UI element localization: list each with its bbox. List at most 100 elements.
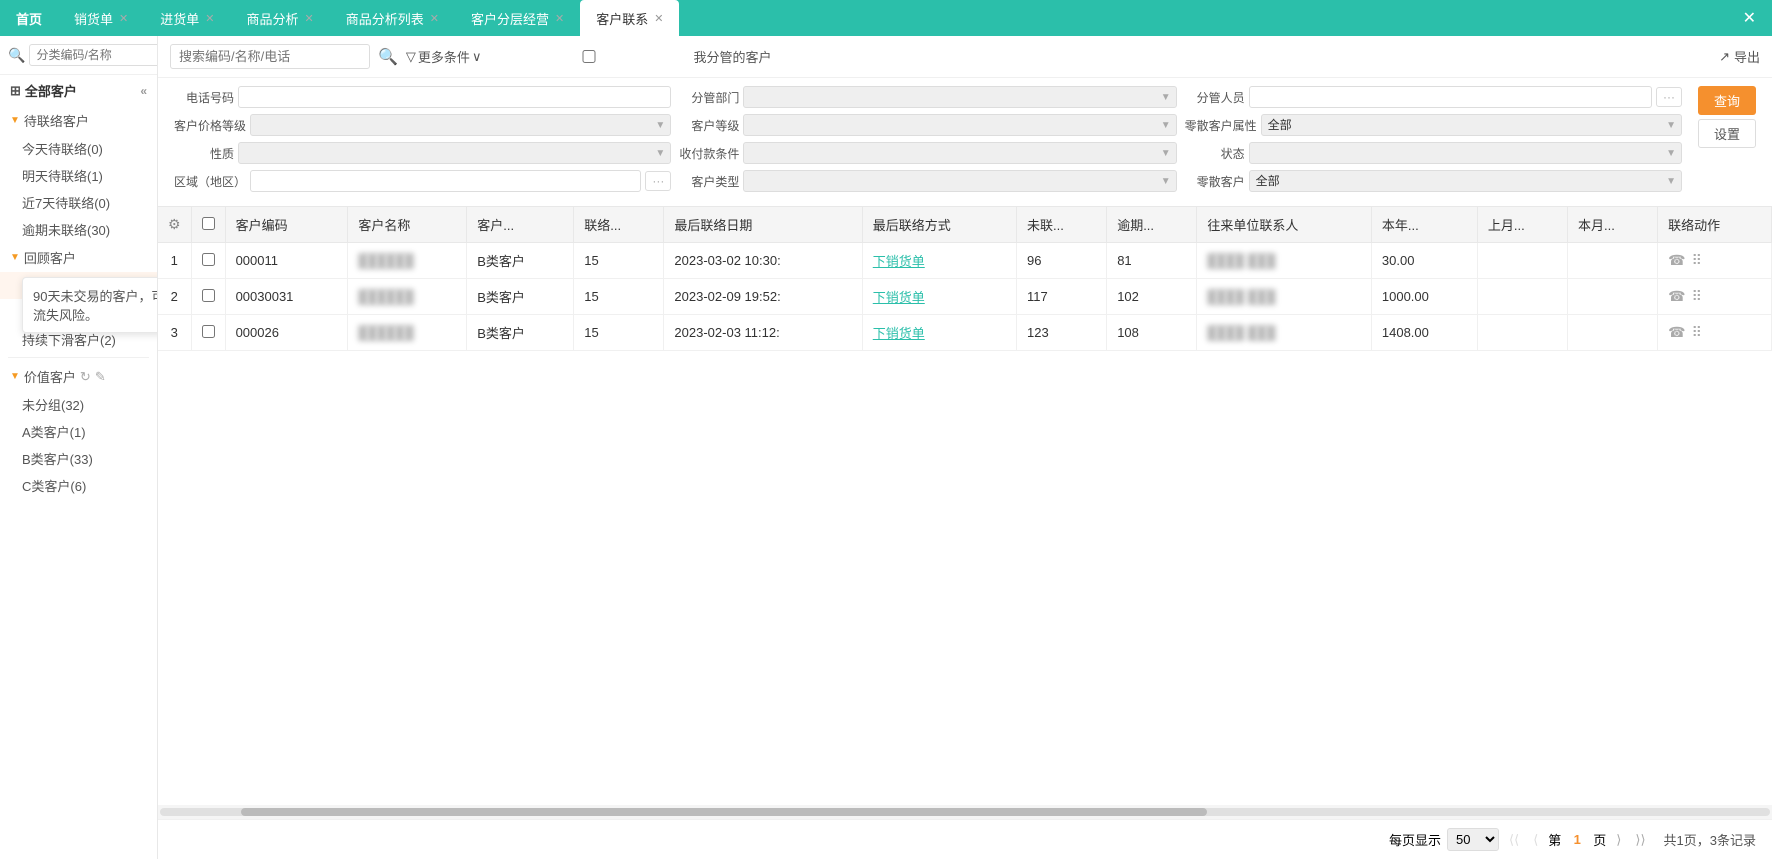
tab-product-analysis[interactable]: 商品分析 ✕ [230, 0, 329, 36]
customer-grade-select[interactable] [743, 114, 1176, 136]
td-contact-person-2: ████ ███ [1197, 315, 1372, 351]
export-button[interactable]: ↗ 导出 [1719, 47, 1760, 66]
sidebar-item-class-c[interactable]: C类客户(6) [0, 472, 157, 499]
tab-customer-tier-close[interactable]: ✕ [555, 12, 564, 25]
scrollbar-thumb[interactable] [241, 808, 1207, 816]
filter-row-1: 电话号码 分管部门 ▼ [174, 86, 1682, 108]
query-button[interactable]: 查询 [1698, 86, 1756, 115]
row-checkbox-1[interactable] [202, 289, 215, 302]
filter-dept: 分管部门 ▼ [679, 86, 1176, 108]
edit-icon[interactable]: ✎ [95, 369, 106, 385]
filter-retail-customer: 零散客户 全部 ▼ [1185, 170, 1682, 192]
more-action-icon-1[interactable]: ⠿ [1692, 288, 1702, 305]
group-pending-title[interactable]: ▼ 待联络客户 [0, 106, 157, 135]
tab-customer-tier[interactable]: 客户分层经营 ✕ [455, 0, 580, 36]
nature-select[interactable] [238, 142, 671, 164]
tab-product-analysis-close[interactable]: ✕ [305, 12, 314, 25]
price-grade-select[interactable] [250, 114, 671, 136]
grid-icon: ⊞ [10, 83, 21, 99]
th-last-date: 最后联络日期 [664, 207, 862, 243]
retail-attr-select[interactable]: 全部 [1261, 114, 1682, 136]
scrollbar-track[interactable] [160, 808, 1770, 816]
sidebar-search-input[interactable] [29, 44, 158, 66]
td-last-date-2: 2023-02-03 11:12: [664, 315, 862, 351]
customer-type-select[interactable] [743, 170, 1176, 192]
select-all-checkbox[interactable] [202, 217, 215, 230]
phone-input[interactable] [238, 86, 671, 108]
manager-input[interactable] [1249, 86, 1652, 108]
filter-retail-attr: 零散客户属性 全部 ▼ [1185, 114, 1682, 136]
td-this-year-2: 1408.00 [1371, 315, 1477, 351]
td-method-link-0[interactable]: 下销货单 [873, 254, 925, 269]
search-input[interactable] [170, 44, 370, 69]
status-select[interactable] [1249, 142, 1682, 164]
sidebar-item-overdue-contact[interactable]: 逾期未联络(30) [0, 216, 157, 243]
horizontal-scrollbar[interactable] [158, 805, 1772, 819]
td-this-month-2 [1568, 315, 1658, 351]
first-page-btn[interactable]: ⟨⟨ [1505, 830, 1523, 850]
tab-product-list-close[interactable]: ✕ [430, 12, 439, 25]
per-page-select[interactable]: 50 10 20 100 [1447, 828, 1499, 851]
settings-button[interactable]: 设置 [1698, 119, 1756, 148]
total-info: 共1页，3条记录 [1664, 830, 1756, 849]
th-name: 客户名称 [348, 207, 467, 243]
contact-action-icon-0[interactable]: ☎ [1668, 252, 1685, 269]
tab-customer-contact[interactable]: 客户联系 ✕ [580, 0, 679, 36]
region-ellipsis-btn[interactable]: ··· [645, 171, 671, 191]
td-seq-2: 3 [158, 315, 191, 351]
last-page-btn[interactable]: ⟩⟩ [1631, 830, 1649, 850]
more-action-icon-0[interactable]: ⠿ [1692, 252, 1702, 269]
region-input[interactable] [250, 170, 641, 192]
td-contact-person-0: ████ ███ [1197, 243, 1372, 279]
my-customers-checkbox[interactable] [489, 50, 689, 63]
window-close-button[interactable]: ✕ [1727, 8, 1772, 28]
retail-attr-wrap: 全部 ▼ [1261, 114, 1682, 136]
tab-customer-contact-close[interactable]: ✕ [654, 12, 663, 25]
row-checkbox-2[interactable] [202, 325, 215, 338]
sidebar-item-7day-contact[interactable]: 近7天待联络(0) [0, 189, 157, 216]
table-settings-icon[interactable]: ⚙ [168, 216, 181, 232]
refresh-icon[interactable]: ↻ [80, 369, 91, 385]
th-code: 客户编码 [225, 207, 348, 243]
contact-action-icon-2[interactable]: ☎ [1668, 324, 1685, 341]
sidebar-item-class-a[interactable]: A类客户(1) [0, 418, 157, 445]
contact-action-icon-1[interactable]: ☎ [1668, 288, 1685, 305]
prev-page-btn[interactable]: ⟨ [1529, 830, 1542, 850]
group-review-title[interactable]: ▼ 回顾客户 [0, 243, 157, 272]
td-method-link-2[interactable]: 下销货单 [873, 326, 925, 341]
next-page-btn[interactable]: ⟩ [1612, 830, 1625, 850]
tab-product-list[interactable]: 商品分析列表 ✕ [330, 0, 455, 36]
customer-grade-label: 客户等级 [679, 117, 739, 134]
sidebar-all-customers[interactable]: ⊞ 全部客户 « [0, 75, 157, 106]
tab-purchase-close[interactable]: ✕ [205, 12, 214, 25]
sidebar-item-tomorrow-contact[interactable]: 明天待联络(1) [0, 162, 157, 189]
sidebar-item-today-contact[interactable]: 今天待联络(0) [0, 135, 157, 162]
tab-product-list-label: 商品分析列表 [346, 9, 424, 28]
th-overdue: 逾期... [1107, 207, 1197, 243]
sidebar-search-icon: 🔍 [8, 47, 25, 64]
tab-sales-close[interactable]: ✕ [119, 12, 128, 25]
td-checkbox-1 [191, 279, 225, 315]
my-customers-checkbox-label[interactable]: 我分管的客户 [489, 47, 771, 66]
retail-customer-select[interactable]: 全部 [1249, 170, 1682, 192]
td-overdue-2: 108 [1107, 315, 1197, 351]
tab-home[interactable]: 首页 [0, 0, 58, 36]
more-action-icon-2[interactable]: ⠿ [1692, 324, 1702, 341]
tab-purchase[interactable]: 进货单 ✕ [144, 0, 230, 36]
search-button[interactable]: 🔍 [378, 47, 398, 67]
group-value-title[interactable]: ▼ 价值客户 ↻ ✎ [0, 362, 157, 391]
td-action-0: ☎ ⠿ [1658, 243, 1772, 279]
row-checkbox-0[interactable] [202, 253, 215, 266]
sidebar-item-unclassified[interactable]: 未分组(32) [0, 391, 157, 418]
td-method-link-1[interactable]: 下销货单 [873, 290, 925, 305]
status-label: 状态 [1185, 145, 1245, 162]
region-label: 区域（地区） [174, 173, 246, 190]
more-conditions-toggle[interactable]: ▽ 更多条件 ∨ [406, 47, 482, 66]
main-layout: 🔍 ⊞ 全部客户 « ▼ 待联络客户 今天待联络(0) 明天待联络(1) 近7天… [0, 36, 1772, 859]
manager-ellipsis-btn[interactable]: ··· [1656, 87, 1682, 107]
payment-select[interactable] [743, 142, 1176, 164]
tab-sales[interactable]: 销货单 ✕ [58, 0, 144, 36]
group-pending-label: 待联络客户 [24, 111, 89, 130]
dept-select[interactable] [743, 86, 1176, 108]
sidebar-item-class-b[interactable]: B类客户(33) [0, 445, 157, 472]
